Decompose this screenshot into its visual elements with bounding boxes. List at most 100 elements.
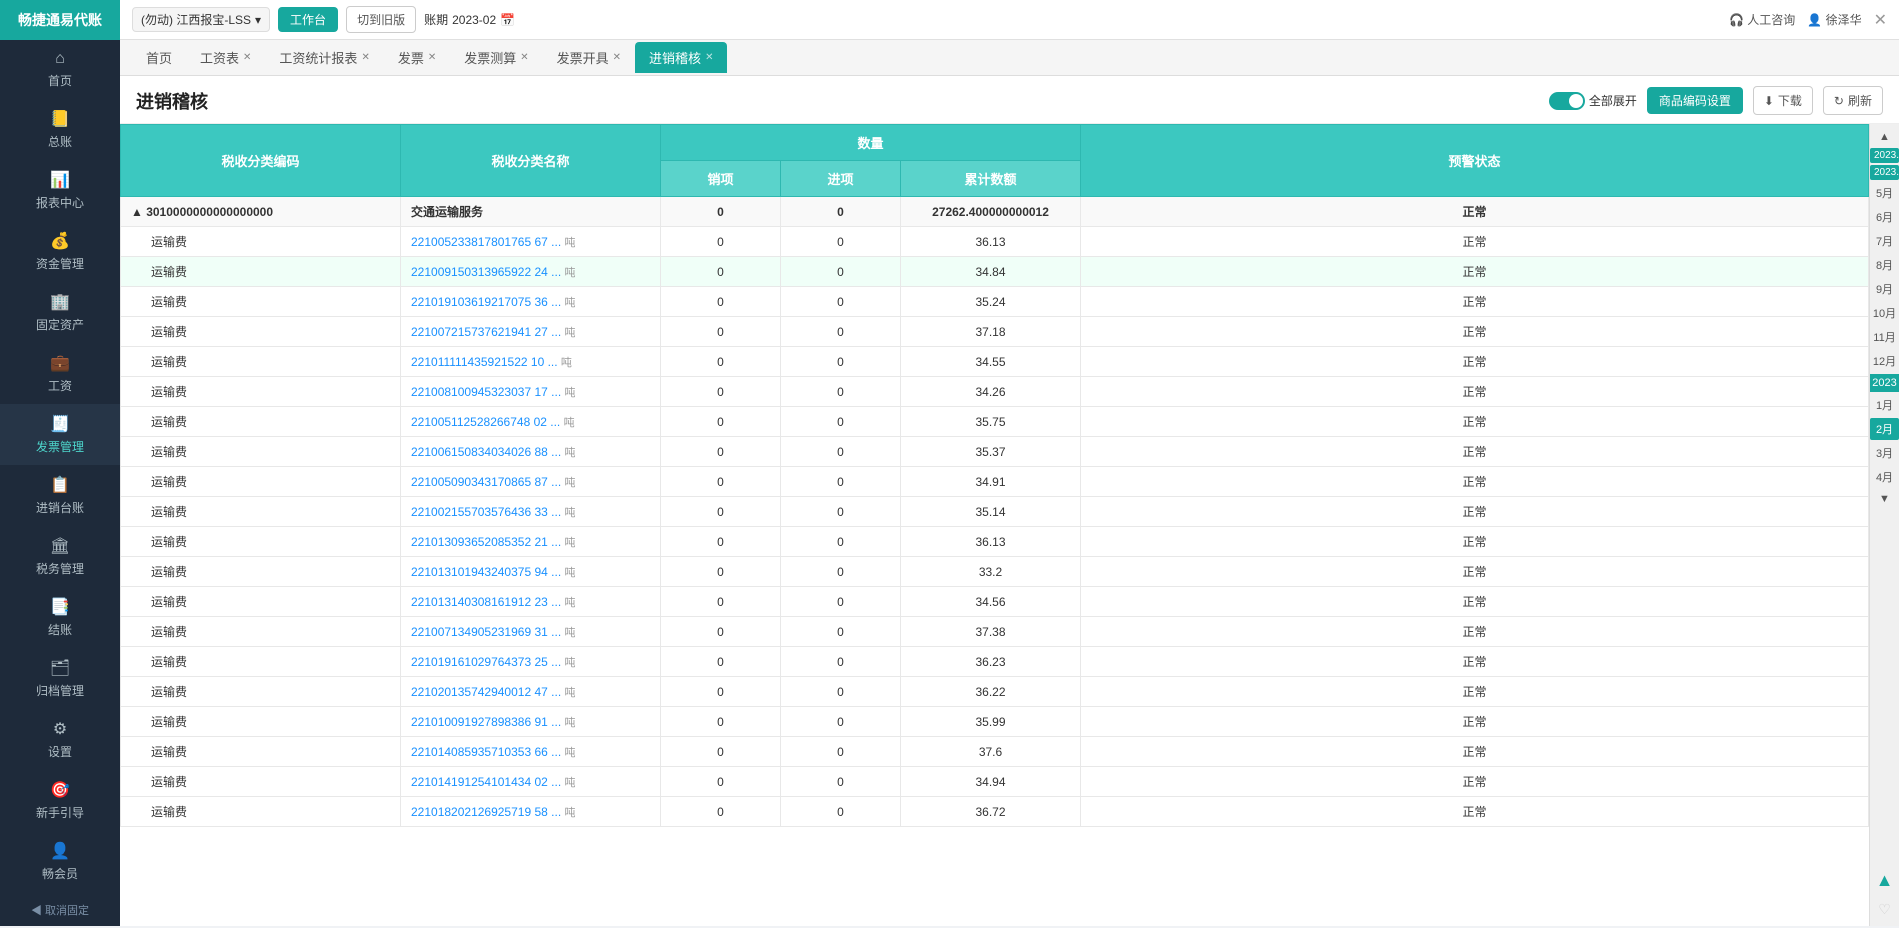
user-info[interactable]: 👤 徐泽华 <box>1807 11 1861 28</box>
close-button[interactable]: ✕ <box>1874 10 1887 30</box>
row-code: 运输费 <box>121 317 401 347</box>
scroll-down-button[interactable]: ▼ <box>1870 490 1899 508</box>
month-oct[interactable]: 10月 <box>1870 302 1899 324</box>
row-invoice: 221005233817801765 67 ... 吨 <box>401 227 661 257</box>
month-jan[interactable]: 1月 <box>1870 394 1899 416</box>
calendar-icon[interactable]: 📅 <box>500 13 515 27</box>
settings-icon: ⚙ <box>53 719 67 739</box>
month-nov[interactable]: 11月 <box>1870 326 1899 348</box>
row-sale: 0 <box>661 617 781 647</box>
table-row: 运输费 221019161029764373 25 ... 吨 0 0 36.2… <box>121 647 1869 677</box>
tab-payroll-stats[interactable]: 工资统计报表 ✕ <box>265 42 383 73</box>
row-invoice: 221019103619217075 36 ... 吨 <box>401 287 661 317</box>
month-apr[interactable]: 4月 <box>1870 466 1899 488</box>
tab-close-icon[interactable]: ✕ <box>428 52 436 63</box>
company-selector[interactable]: (勿动) 江西报宝-LSS ▾ <box>132 7 270 32</box>
row-cumulative: 34.94 <box>901 767 1081 797</box>
row-cumulative: 36.23 <box>901 647 1081 677</box>
up-arrow-button[interactable]: ▲ <box>1876 866 1894 895</box>
sidebar-item-tax[interactable]: 🏛 税务管理 <box>0 526 120 587</box>
tab-invoice-calc[interactable]: 发票测算 ✕ <box>450 42 542 73</box>
tab-label: 发票测算 <box>464 48 516 67</box>
sidebar-item-purchase[interactable]: 📋 进销台账 <box>0 465 120 526</box>
switch-version-button[interactable]: 切到旧版 <box>346 6 416 33</box>
row-status: 正常 <box>1081 737 1869 767</box>
member-icon: 👤 <box>50 841 70 861</box>
sidebar-item-guide[interactable]: 🎯 新手引导 <box>0 770 120 831</box>
tab-close-icon[interactable]: ✕ <box>520 52 528 63</box>
reports-icon: 📊 <box>50 170 70 190</box>
table-row: 运输费 221019103619217075 36 ... 吨 0 0 35.2… <box>121 287 1869 317</box>
row-sale: 0 <box>661 227 781 257</box>
row-purchase: 0 <box>781 407 901 437</box>
year-2023: 2023 <box>1870 374 1899 392</box>
sidebar-item-capital[interactable]: 💰 资金管理 <box>0 221 120 282</box>
row-sale: 0 <box>661 257 781 287</box>
sidebar-item-archive[interactable]: 🗂 归档管理 <box>0 648 120 709</box>
row-sale: 0 <box>661 347 781 377</box>
tab-close-icon[interactable]: ✕ <box>243 52 251 63</box>
sidebar-item-ledger[interactable]: 📒 总账 <box>0 99 120 160</box>
col-header-status: 预警状态 <box>1081 125 1869 197</box>
month-jun[interactable]: 6月 <box>1870 206 1899 228</box>
workbench-button[interactable]: 工作台 <box>278 7 338 32</box>
tab-home[interactable]: 首页 <box>132 42 186 73</box>
sidebar-item-home[interactable]: ⌂ 首页 <box>0 40 120 99</box>
row-status: 正常 <box>1081 557 1869 587</box>
sidebar-item-member[interactable]: 👤 畅会员 <box>0 831 120 892</box>
row-name: 交通运输服务 <box>401 197 661 227</box>
tab-close-icon[interactable]: ✕ <box>613 52 621 63</box>
sidebar-item-payroll[interactable]: 💼 工资 <box>0 343 120 404</box>
row-invoice: 221007215737621941 27 ... 吨 <box>401 317 661 347</box>
sidebar-item-assets[interactable]: 🏢 固定资产 <box>0 282 120 343</box>
refresh-button[interactable]: ↻ 刷新 <box>1823 86 1883 115</box>
row-invoice: 221005090343170865 87 ... 吨 <box>401 467 661 497</box>
expand-toggle[interactable] <box>1549 92 1585 110</box>
table-row: 运输费 221020135742940012 47 ... 吨 0 0 36.2… <box>121 677 1869 707</box>
row-invoice: 221009150313965922 24 ... 吨 <box>401 257 661 287</box>
sidebar-item-label: 设置 <box>48 743 72 760</box>
expand-toggle-wrapper[interactable]: 全部展开 <box>1549 92 1637 110</box>
row-invoice: 221006150834034026 88 ... 吨 <box>401 437 661 467</box>
tab-close-icon[interactable]: ✕ <box>705 52 713 63</box>
support-link[interactable]: 🎧 人工咨询 <box>1729 11 1795 28</box>
tab-payroll-table[interactable]: 工资表 ✕ <box>186 42 265 73</box>
sidebar-unpin[interactable]: ◀ 取消固定 <box>0 892 120 928</box>
period-prefix: 账期 <box>424 11 448 28</box>
row-sale: 0 <box>661 647 781 677</box>
sidebar-item-label: 资金管理 <box>36 255 84 272</box>
download-button[interactable]: ⬇ 下载 <box>1753 86 1813 115</box>
row-code: 运输费 <box>121 527 401 557</box>
month-dec[interactable]: 12月 <box>1870 350 1899 372</box>
row-purchase: 0 <box>781 437 901 467</box>
sidebar-item-settlement[interactable]: 📑 结账 <box>0 587 120 648</box>
row-purchase: 0 <box>781 497 901 527</box>
commodity-settings-button[interactable]: 商品编码设置 <box>1647 87 1743 114</box>
row-code: 运输费 <box>121 497 401 527</box>
headphone-icon: 🎧 <box>1729 13 1744 27</box>
month-aug[interactable]: 8月 <box>1870 254 1899 276</box>
tab-invoice-list[interactable]: 发票 ✕ <box>384 42 450 73</box>
username: 徐泽华 <box>1826 13 1862 27</box>
sidebar-item-invoice[interactable]: 🧾 发票管理 <box>0 404 120 465</box>
row-invoice: 221013093652085352 21 ... 吨 <box>401 527 661 557</box>
row-invoice: 221018202126925719 58 ... 吨 <box>401 797 661 827</box>
sidebar-item-settings[interactable]: ⚙ 设置 <box>0 709 120 770</box>
sidebar-item-reports[interactable]: 📊 报表中心 <box>0 160 120 221</box>
row-status: 正常 <box>1081 707 1869 737</box>
tab-invoice-open[interactable]: 发票开具 ✕ <box>543 42 635 73</box>
row-cumulative: 35.37 <box>901 437 1081 467</box>
tab-reconcile[interactable]: 进销稽核 ✕ <box>635 42 727 73</box>
row-code: 运输费 <box>121 437 401 467</box>
month-mar[interactable]: 3月 <box>1870 442 1899 464</box>
month-may[interactable]: 5月 <box>1870 182 1899 204</box>
scroll-up-button[interactable]: ▲ <box>1870 128 1899 146</box>
row-purchase: 0 <box>781 587 901 617</box>
month-sep[interactable]: 9月 <box>1870 278 1899 300</box>
month-jul[interactable]: 7月 <box>1870 230 1899 252</box>
table-row: 运输费 221005090343170865 87 ... 吨 0 0 34.9… <box>121 467 1869 497</box>
row-cumulative: 35.75 <box>901 407 1081 437</box>
month-feb[interactable]: 2月 <box>1870 418 1899 440</box>
tab-close-icon[interactable]: ✕ <box>361 52 369 63</box>
tax-icon: 🏛 <box>50 536 70 556</box>
